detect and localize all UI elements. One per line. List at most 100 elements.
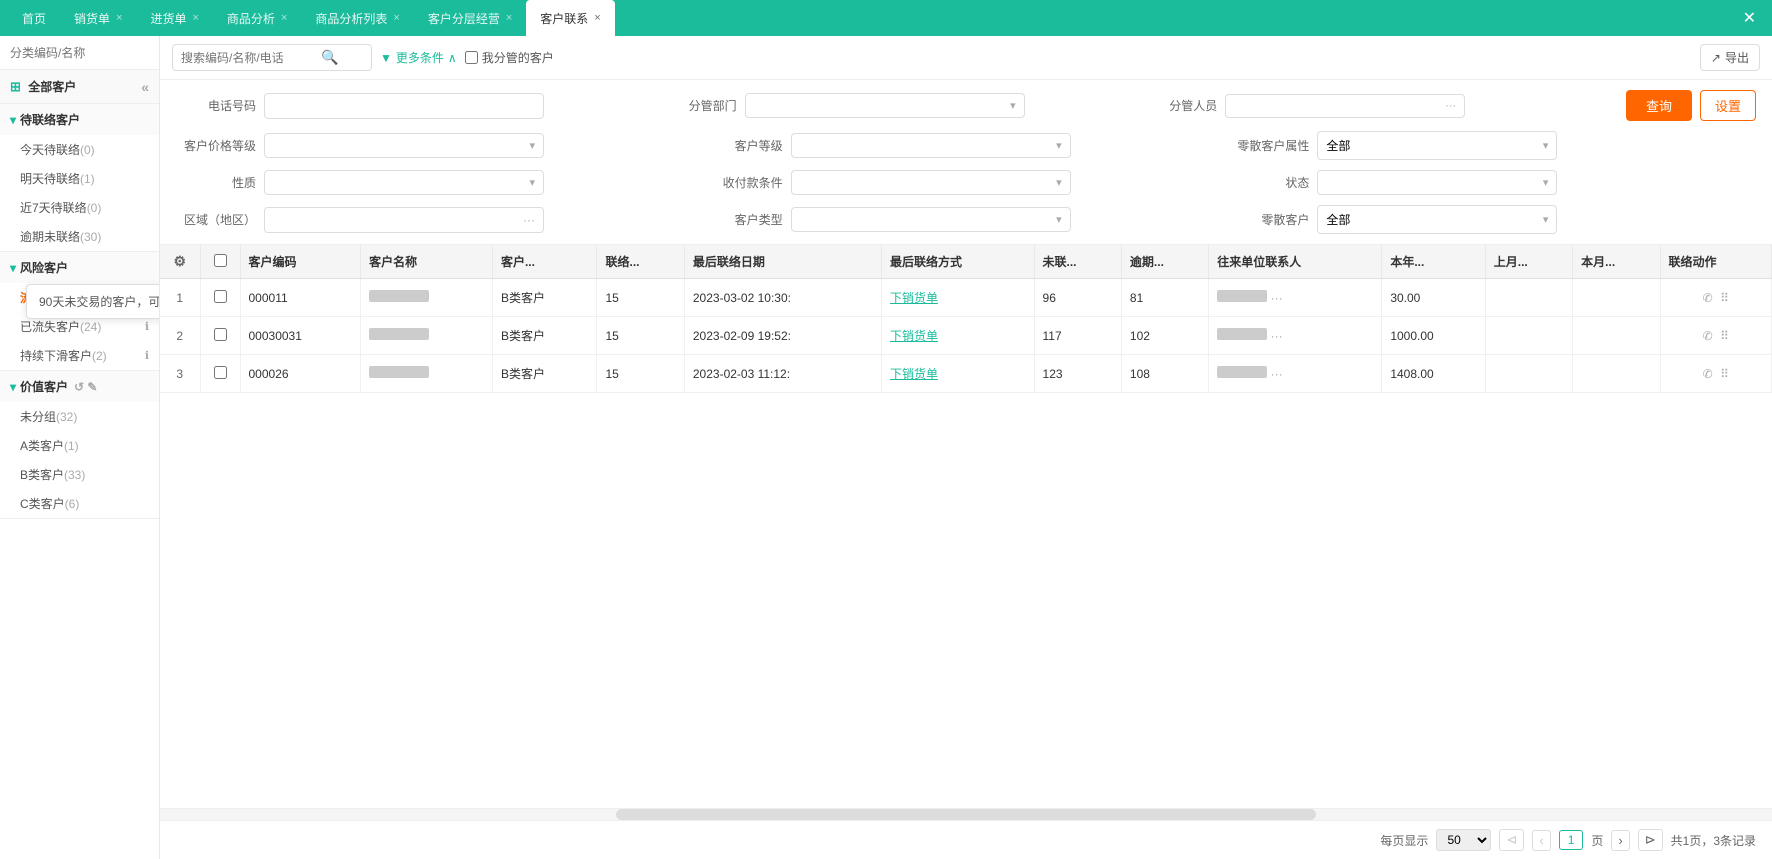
col-this-month[interactable]: 本月... bbox=[1573, 245, 1660, 279]
last-page-btn[interactable]: ⊳ bbox=[1638, 829, 1663, 851]
tab-customer-layer-close[interactable]: × bbox=[506, 12, 512, 24]
row-action-more-icon[interactable]: ⠿ bbox=[1720, 329, 1729, 343]
nature-select[interactable]: ▾ bbox=[264, 170, 544, 195]
row-actions[interactable]: ✆ ⠿ bbox=[1660, 355, 1771, 393]
col-last-month[interactable]: 上月... bbox=[1485, 245, 1572, 279]
row-action-contact-icon[interactable]: ✆ bbox=[1703, 291, 1713, 305]
horizontal-scrollbar[interactable] bbox=[160, 808, 1772, 820]
row-select-checkbox[interactable] bbox=[214, 328, 227, 341]
sidebar-item-today[interactable]: 今天待联络(0) bbox=[0, 135, 159, 164]
sidebar-item-c-class[interactable]: C类客户(6) bbox=[0, 489, 159, 518]
col-overdue[interactable]: 逾期... bbox=[1121, 245, 1208, 279]
row-last-date: 2023-02-03 11:12: bbox=[684, 355, 881, 393]
region-select[interactable]: ··· bbox=[264, 207, 544, 233]
row-checkbox[interactable] bbox=[200, 355, 240, 393]
row-checkbox[interactable] bbox=[200, 279, 240, 317]
sidebar-item-tomorrow[interactable]: 明天待联络(1) bbox=[0, 164, 159, 193]
row-select-checkbox[interactable] bbox=[214, 290, 227, 303]
row-this-year: 1408.00 bbox=[1382, 355, 1485, 393]
more-conditions-btn[interactable]: ▼ 更多条件 ∧ bbox=[380, 49, 457, 66]
sidebar-item-declining[interactable]: 持续下滑客户(2) ℹ bbox=[0, 341, 159, 370]
row-action-contact-icon[interactable]: ✆ bbox=[1703, 367, 1713, 381]
sidebar-item-a-class[interactable]: A类客户(1) bbox=[0, 431, 159, 460]
search-icon[interactable]: 🔍 bbox=[321, 49, 338, 66]
col-code[interactable]: 客户编码 bbox=[240, 245, 361, 279]
row-code: 000011 bbox=[240, 279, 361, 317]
tab-sales-close[interactable]: × bbox=[116, 12, 122, 24]
col-name[interactable]: 客户名称 bbox=[361, 245, 493, 279]
tab-analysis[interactable]: 商品分析 × bbox=[213, 0, 301, 36]
row-select-checkbox[interactable] bbox=[214, 366, 227, 379]
cust-level-select[interactable]: ▾ bbox=[791, 133, 1071, 158]
row-name bbox=[361, 279, 493, 317]
col-not-contact[interactable]: 未联... bbox=[1034, 245, 1121, 279]
page-size-select[interactable]: 50 100 200 bbox=[1436, 829, 1491, 851]
settings-button[interactable]: 设置 bbox=[1700, 90, 1756, 121]
person-select[interactable]: ··· bbox=[1225, 94, 1465, 118]
row-actions[interactable]: ✆ ⠿ bbox=[1660, 317, 1771, 355]
sidebar-item-b-class[interactable]: B类客户(33) bbox=[0, 460, 159, 489]
sidebar-item-ungroup[interactable]: 未分组(32) bbox=[0, 402, 159, 431]
tab-customer-contact[interactable]: 客户联系 × bbox=[526, 0, 614, 36]
table-row: 1 000011 B类客户 15 2023-03-02 10:30: 下销货单 … bbox=[160, 279, 1772, 317]
pagination-bar: 每页显示 50 100 200 ⊲ ‹ 1 页 › ⊳ 共1页，3条记录 bbox=[160, 820, 1772, 859]
tab-home[interactable]: 首页 bbox=[8, 0, 60, 36]
row-action-more-icon[interactable]: ⠿ bbox=[1720, 367, 1729, 381]
tab-customer-contact-close[interactable]: × bbox=[594, 12, 600, 24]
filter-phone: 电话号码 bbox=[176, 93, 657, 119]
window-close-button[interactable]: ✕ bbox=[1735, 8, 1764, 28]
first-page-btn[interactable]: ⊲ bbox=[1499, 829, 1524, 851]
price-level-select[interactable]: ▾ bbox=[264, 133, 544, 158]
my-customers-checkbox[interactable] bbox=[465, 51, 478, 64]
select-all-checkbox[interactable] bbox=[214, 254, 227, 267]
row-last-way[interactable]: 下销货单 bbox=[882, 355, 1034, 393]
status-select[interactable]: ▾ bbox=[1317, 170, 1557, 195]
col-last-date[interactable]: 最后联络日期 bbox=[684, 245, 881, 279]
col-settings[interactable]: ⚙ bbox=[160, 245, 200, 279]
tab-analysis-close[interactable]: × bbox=[281, 12, 287, 24]
row-checkbox[interactable] bbox=[200, 317, 240, 355]
row-action-more-icon[interactable]: ⠿ bbox=[1720, 291, 1729, 305]
sidebar-group-risk-title[interactable]: ▾ 风险客户 bbox=[0, 252, 159, 283]
col-this-year[interactable]: 本年... bbox=[1382, 245, 1485, 279]
dept-select[interactable]: ▾ bbox=[745, 93, 1025, 118]
tab-analysis-list[interactable]: 商品分析列表 × bbox=[301, 0, 413, 36]
zero-attr-select[interactable]: 全部 ▾ bbox=[1317, 131, 1557, 160]
tab-purchase[interactable]: 进货单 × bbox=[136, 0, 212, 36]
sidebar-collapse-btn[interactable]: « bbox=[141, 79, 149, 95]
col-action[interactable]: 联络动作 bbox=[1660, 245, 1771, 279]
phone-input[interactable] bbox=[264, 93, 544, 119]
sidebar-item-7days[interactable]: 近7天待联络(0) bbox=[0, 193, 159, 222]
col-contact[interactable]: 联络... bbox=[597, 245, 684, 279]
row-last-way[interactable]: 下销货单 bbox=[882, 317, 1034, 355]
export-button[interactable]: ↗ 导出 bbox=[1700, 44, 1760, 71]
sidebar-item-overdue[interactable]: 逾期未联络(30) bbox=[0, 222, 159, 251]
tab-purchase-close[interactable]: × bbox=[192, 12, 198, 24]
data-table-container: ⚙ 客户编码 客户名称 客户... 联络... 最后联络日期 最后联络方式 未联… bbox=[160, 245, 1772, 808]
col-type[interactable]: 客户... bbox=[492, 245, 597, 279]
sidebar-search-input[interactable] bbox=[10, 46, 160, 60]
row-actions[interactable]: ✆ ⠿ bbox=[1660, 279, 1771, 317]
row-overdue: 81 bbox=[1121, 279, 1208, 317]
region-more-icon[interactable]: ··· bbox=[523, 213, 535, 227]
row-contact: 15 bbox=[597, 317, 684, 355]
prev-page-btn[interactable]: ‹ bbox=[1532, 830, 1550, 851]
tab-analysis-list-close[interactable]: × bbox=[393, 12, 399, 24]
tab-customer-layer[interactable]: 客户分层经营 × bbox=[414, 0, 526, 36]
row-last-way[interactable]: 下销货单 bbox=[882, 279, 1034, 317]
sidebar-root-title[interactable]: ⊞ 全部客户 « bbox=[0, 70, 159, 104]
row-action-contact-icon[interactable]: ✆ bbox=[1703, 329, 1713, 343]
sidebar-group-pending-title[interactable]: ▾ 待联络客户 bbox=[0, 104, 159, 135]
table-settings-icon[interactable]: ⚙ bbox=[173, 253, 186, 269]
cust-type-select[interactable]: ▾ bbox=[791, 207, 1071, 232]
tab-sales[interactable]: 销货单 × bbox=[60, 0, 136, 36]
next-page-btn[interactable]: › bbox=[1611, 830, 1629, 851]
query-button[interactable]: 查询 bbox=[1626, 90, 1692, 121]
payment-select[interactable]: ▾ bbox=[791, 170, 1071, 195]
col-last-way[interactable]: 最后联络方式 bbox=[882, 245, 1034, 279]
search-box[interactable]: 🔍 bbox=[172, 44, 372, 71]
search-input[interactable] bbox=[181, 51, 321, 65]
sidebar-group-value-title[interactable]: ▾ 价值客户 ↺ ✎ bbox=[0, 371, 159, 402]
col-unit-contact[interactable]: 往来单位联系人 bbox=[1209, 245, 1382, 279]
zero-cust-select[interactable]: 全部 ▾ bbox=[1317, 205, 1557, 234]
